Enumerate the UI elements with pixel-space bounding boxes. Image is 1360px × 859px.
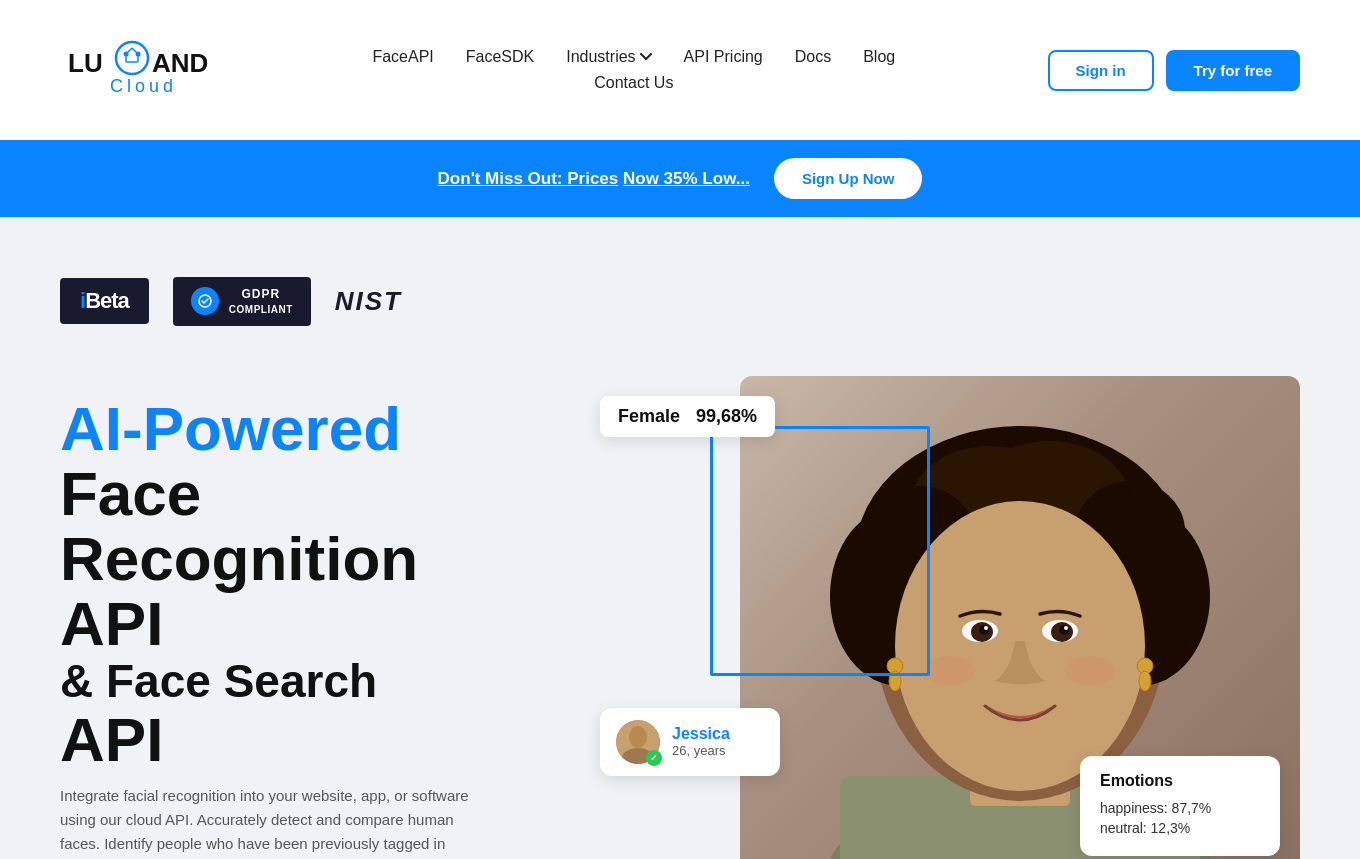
svg-point-36 xyxy=(925,656,975,686)
nav-contact-us[interactable]: Contact Us xyxy=(594,74,673,92)
svg-point-39 xyxy=(629,726,647,748)
nav-docs[interactable]: Docs xyxy=(795,48,831,66)
trust-badges: iBeta GDPR COMPLIANT NIST xyxy=(60,277,1300,326)
emotions-title: Emotions xyxy=(1100,772,1260,790)
chevron-down-icon xyxy=(640,53,652,61)
main-nav: FaceAPI FaceSDK Industries API Pricing D… xyxy=(372,48,895,92)
svg-point-37 xyxy=(1065,656,1115,686)
header: LU AND Cloud FaceAPI FaceSDK Industries xyxy=(0,0,1360,140)
nav-blog[interactable]: Blog xyxy=(863,48,895,66)
signup-now-button[interactable]: Sign Up Now xyxy=(774,158,923,199)
svg-point-29 xyxy=(1059,625,1069,635)
hero-title-face: Face xyxy=(60,461,580,526)
svg-point-35 xyxy=(1139,671,1151,691)
emotion-neutral: neutral: 12,3% xyxy=(1100,820,1260,836)
main-content: iBeta GDPR COMPLIANT NIST AI-Powered Fac… xyxy=(0,217,1360,859)
person-name: Jessica xyxy=(672,725,730,743)
hero-title-face-search: & Face Search xyxy=(60,656,580,707)
hero-title-ai-powered: AI-Powered xyxy=(60,396,580,461)
banner-text: Don't Miss Out: Prices Now 35% Low... xyxy=(438,169,750,189)
person-identity-card: ✓ Jessica 26, years xyxy=(600,708,780,776)
header-actions: Sign in Try for free xyxy=(1048,50,1300,91)
svg-line-5 xyxy=(132,48,138,54)
person-age: 26, years xyxy=(672,743,730,758)
hero-title-recognition: Recognition xyxy=(60,526,580,591)
svg-point-30 xyxy=(984,626,988,630)
signin-button[interactable]: Sign in xyxy=(1048,50,1154,91)
face-detection-box xyxy=(710,426,930,676)
hero-title-api: API xyxy=(60,591,580,656)
hero-right: Female 99,68% ✓ xyxy=(580,376,1300,859)
hero-section: AI-Powered Face Recognition API & Face S… xyxy=(60,376,1300,859)
svg-text:LU: LU xyxy=(68,48,103,78)
promo-banner: Don't Miss Out: Prices Now 35% Low... Si… xyxy=(0,140,1360,217)
gdpr-icon xyxy=(191,287,219,315)
emotions-card: Emotions happiness: 87,7% neutral: 12,3% xyxy=(1080,756,1280,856)
try-free-button[interactable]: Try for free xyxy=(1166,50,1300,91)
hero-title-api2: API xyxy=(60,707,580,772)
svg-point-31 xyxy=(1064,626,1068,630)
svg-point-28 xyxy=(979,625,989,635)
hero-description: Integrate facial recognition into your w… xyxy=(60,784,480,859)
svg-text:AND: AND xyxy=(152,48,208,78)
nav-faceapi[interactable]: FaceAPI xyxy=(372,48,433,66)
verified-check-icon: ✓ xyxy=(646,750,662,766)
ibeta-badge: iBeta xyxy=(60,278,149,324)
svg-point-1 xyxy=(116,42,148,74)
svg-line-4 xyxy=(126,48,132,54)
nav-facesdk[interactable]: FaceSDK xyxy=(466,48,534,66)
emotion-happiness: happiness: 87,7% xyxy=(1100,800,1260,816)
hero-left: AI-Powered Face Recognition API & Face S… xyxy=(60,376,580,859)
nist-badge: NIST xyxy=(335,286,402,317)
gdpr-badge: GDPR COMPLIANT xyxy=(173,277,311,326)
svg-text:Cloud: Cloud xyxy=(110,76,177,96)
face-recognition-demo: Female 99,68% ✓ xyxy=(580,376,1300,859)
logo[interactable]: LU AND Cloud xyxy=(60,30,220,110)
nav-api-pricing[interactable]: API Pricing xyxy=(684,48,763,66)
gender-confidence-label: Female 99,68% xyxy=(600,396,775,437)
nav-industries[interactable]: Industries xyxy=(566,48,651,66)
